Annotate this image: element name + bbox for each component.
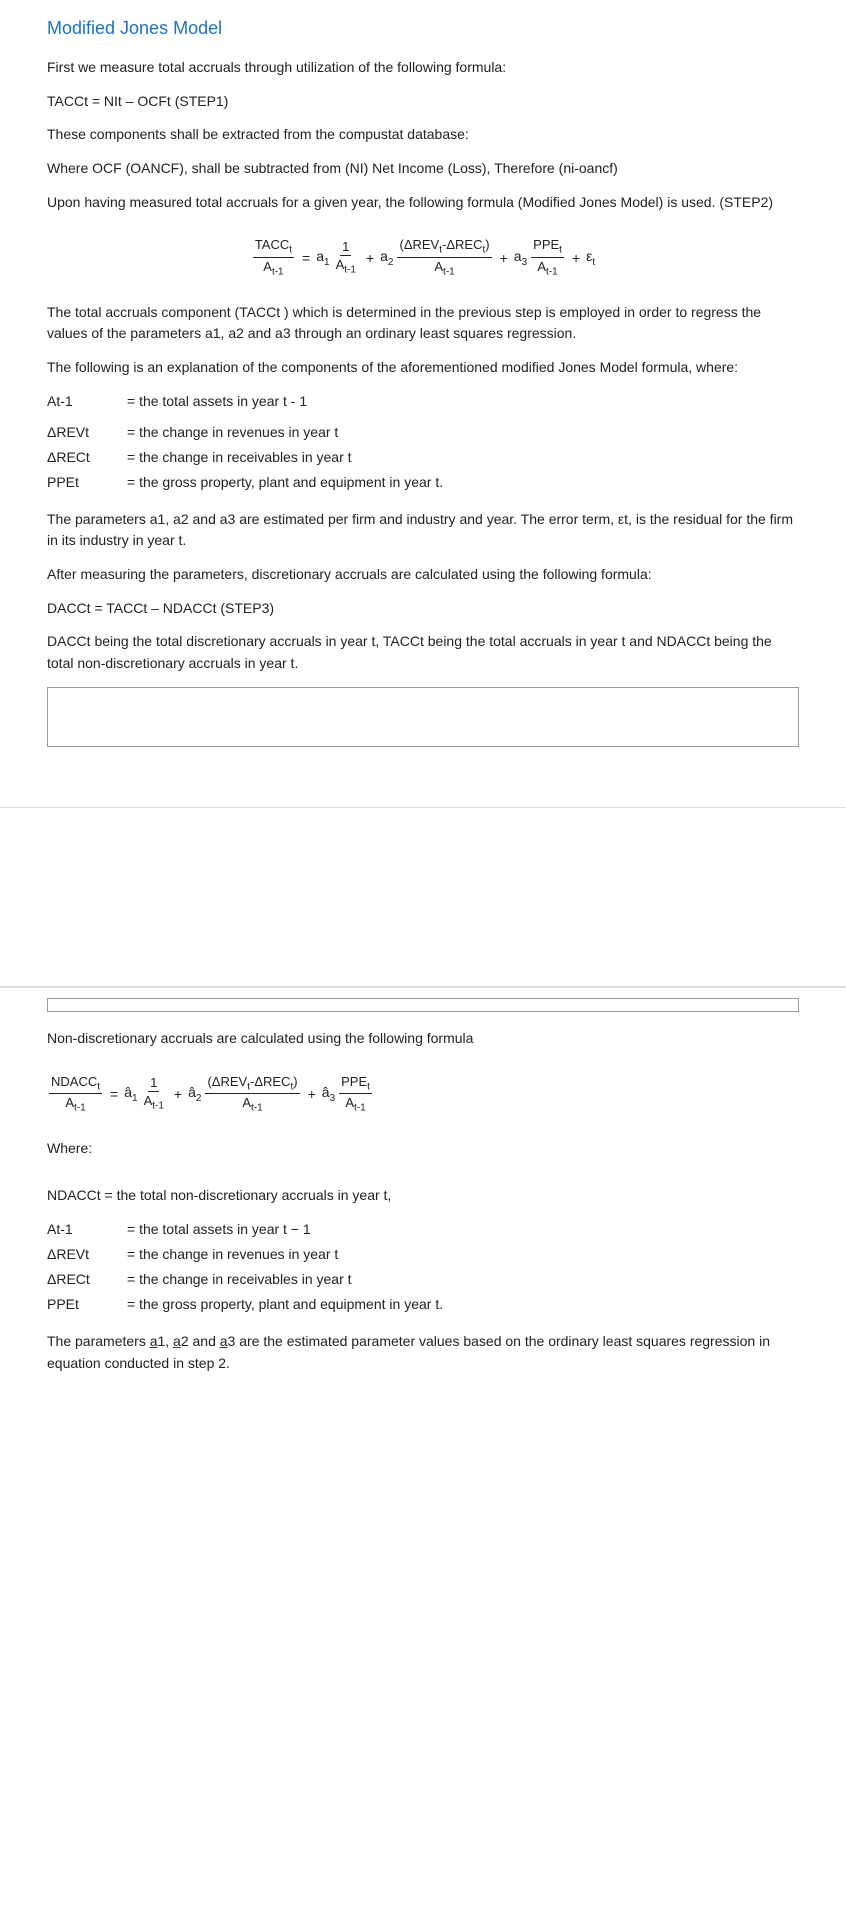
step2-formula-display: TACCt At-1 = a1 1 At-1 + a2 (ΔREVt-ΔRECt… [47, 237, 799, 277]
tacc-fraction: TACCt At-1 [253, 237, 294, 277]
ppet-def-row-2: PPEt = the gross property, plant and equ… [47, 1294, 799, 1315]
at1-label: At-1 [47, 391, 127, 412]
step2-intro: Upon having measured total accruals for … [47, 192, 799, 214]
step3-formula: DACCt = TACCt – NDACCt (STEP3) [47, 598, 799, 620]
ppet-definition: = the gross property, plant and equipmen… [127, 472, 443, 493]
ndacc-ppe-fraction: PPEt At-1 [339, 1074, 372, 1114]
after-params: After measuring the parameters, discreti… [47, 564, 799, 586]
ppe-fraction: PPEt At-1 [531, 237, 564, 277]
at1-definition-2: = the total assets in year t − 1 [127, 1219, 311, 1240]
arevt-label-2: ΔREVt [47, 1244, 127, 1265]
second-section: Non-discretionary accruals are calculate… [0, 987, 846, 1447]
arect-definition: = the change in receivables in year t [127, 447, 352, 468]
arect-definition-2: = the change in receivables in year t [127, 1269, 352, 1290]
at1-def-row-2: At-1 = the total assets in year t − 1 [47, 1219, 799, 1240]
arevt-definition-2: = the change in revenues in year t [127, 1244, 338, 1265]
where-label: Where: [47, 1138, 799, 1160]
dacc-definition: DACCt being the total discretionary accr… [47, 631, 799, 674]
arect-label: ΔRECt [47, 447, 127, 468]
arevt-def-row-2: ΔREVt = the change in revenues in year t [47, 1244, 799, 1265]
definitions-list: At-1 = the total assets in year t - 1 ΔR… [47, 391, 799, 493]
at1-label-2: At-1 [47, 1219, 127, 1240]
box-top [47, 998, 799, 1012]
params-note: The parameters a1, a2 and a3 are estimat… [47, 509, 799, 552]
ppet-definition-2: = the gross property, plant and equipmen… [127, 1294, 443, 1315]
arevt-definition: = the change in revenues in year t [127, 422, 338, 443]
ppet-label: PPEt [47, 472, 127, 493]
at1-definition: = the total assets in year t - 1 [127, 391, 307, 412]
arevt-def-row: ΔREVt = the change in revenues in year t [47, 422, 799, 443]
ocf-note: Where OCF (OANCF), shall be subtracted f… [47, 158, 799, 180]
ndacc-delta-fraction: (ΔREVt-ΔRECt) At-1 [205, 1074, 299, 1114]
definitions-list-2: At-1 = the total assets in year t − 1 ΔR… [47, 1219, 799, 1315]
ndacct-def: NDACCt = the total non-discretionary acc… [47, 1185, 799, 1207]
page-gap [0, 807, 846, 987]
step1-formula: TACCt = NIt – OCFt (STEP1) [47, 91, 799, 113]
at1-def-row: At-1 = the total assets in year t - 1 [47, 391, 799, 412]
page-title: Modified Jones Model [47, 18, 799, 39]
explanation-2: The following is an explanation of the c… [47, 357, 799, 379]
intro-para-2: These components shall be extracted from… [47, 124, 799, 146]
ppet-def-row: PPEt = the gross property, plant and equ… [47, 472, 799, 493]
intro-para-1: First we measure total accruals through … [47, 57, 799, 79]
ndacc-formula-display: NDACCt At-1 = â1 1 At-1 + â2 (ΔREVt-ΔREC… [47, 1074, 799, 1114]
arect-def-row: ΔRECt = the change in receivables in yea… [47, 447, 799, 468]
explanation-1: The total accruals component (TACCt ) wh… [47, 302, 799, 345]
ndacc-fraction: NDACCt At-1 [49, 1074, 102, 1114]
arect-def-row-2: ΔRECt = the change in receivables in yea… [47, 1269, 799, 1290]
arect-label-2: ΔRECt [47, 1269, 127, 1290]
delta-rev-rec-fraction: (ΔREVt-ΔRECt) At-1 [397, 237, 491, 277]
ndacc-one-over-a: 1 At-1 [142, 1075, 166, 1112]
ppet-label-2: PPEt [47, 1294, 127, 1315]
one-over-a-fraction: 1 At-1 [334, 239, 358, 276]
final-note: The parameters a̲1, a̲2 and a̲3 are the … [47, 1331, 799, 1374]
box-bottom [47, 687, 799, 747]
arevt-label: ΔREVt [47, 422, 127, 443]
ndacc-intro: Non-discretionary accruals are calculate… [47, 1028, 799, 1050]
